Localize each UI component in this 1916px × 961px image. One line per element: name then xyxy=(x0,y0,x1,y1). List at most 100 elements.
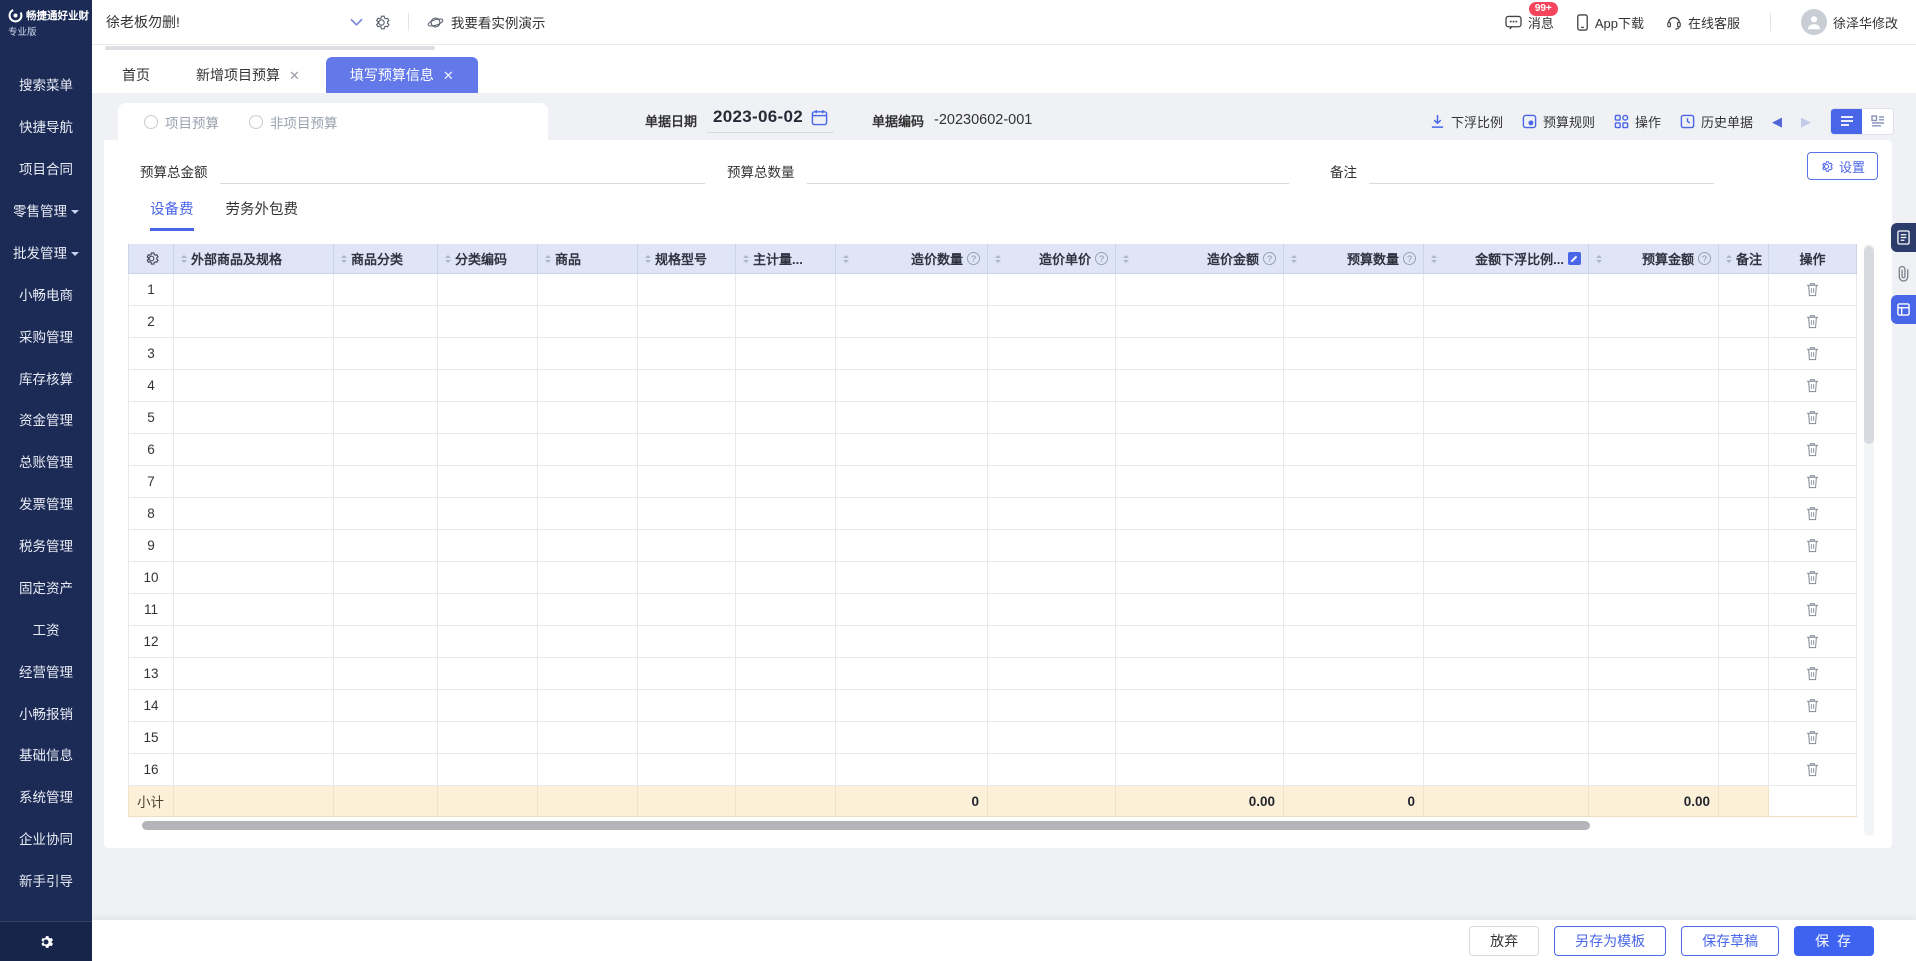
total-amount-input[interactable] xyxy=(219,160,705,184)
column-header-cat[interactable]: 商品分类 xyxy=(334,244,438,273)
column-header-cost_price[interactable]: 造价单价? xyxy=(988,244,1116,273)
cell-spec[interactable] xyxy=(638,274,736,305)
cell-unit[interactable] xyxy=(736,626,836,657)
subtab-2[interactable]: 劳务外包费 xyxy=(226,198,299,231)
cell-budget_amt[interactable] xyxy=(1589,434,1719,465)
cell-goods[interactable] xyxy=(538,530,638,561)
cell-goods[interactable] xyxy=(538,754,638,785)
cell-cost_price[interactable] xyxy=(988,562,1116,593)
cell-budget_qty[interactable] xyxy=(1284,722,1424,753)
cell-op[interactable] xyxy=(1769,338,1857,369)
total-qty-field[interactable]: 预算总数量 xyxy=(727,152,1289,184)
cell-catcode[interactable] xyxy=(438,274,538,305)
attachment-icon[interactable] xyxy=(1891,259,1916,288)
sort-icon[interactable] xyxy=(743,254,749,263)
horizontal-scrollbar-thumb[interactable] xyxy=(142,821,1590,830)
cell-cost_qty[interactable] xyxy=(836,658,988,689)
sidebar-item-15[interactable]: 经营管理 xyxy=(0,666,92,680)
close-tab-icon[interactable]: ✕ xyxy=(443,69,454,82)
cell-ext[interactable] xyxy=(174,498,334,529)
cell-op[interactable] xyxy=(1769,562,1857,593)
cell-cost_price[interactable] xyxy=(988,306,1116,337)
cell-ext[interactable] xyxy=(174,722,334,753)
sort-icon[interactable] xyxy=(1596,254,1602,263)
column-header-goods[interactable]: 商品 xyxy=(538,244,638,273)
cell-cost_qty[interactable] xyxy=(836,562,988,593)
cell-spec[interactable] xyxy=(638,594,736,625)
cell-budget_amt[interactable] xyxy=(1589,722,1719,753)
cell-cost_price[interactable] xyxy=(988,434,1116,465)
cell-spec[interactable] xyxy=(638,402,736,433)
cell-note[interactable] xyxy=(1719,434,1769,465)
cell-note[interactable] xyxy=(1719,562,1769,593)
cell-cost_qty[interactable] xyxy=(836,306,988,337)
cell-ratio[interactable] xyxy=(1424,274,1589,305)
cell-op[interactable] xyxy=(1769,530,1857,561)
cell-cost_amt[interactable] xyxy=(1116,402,1284,433)
total-qty-input[interactable] xyxy=(806,160,1289,184)
cell-budget_qty[interactable] xyxy=(1284,594,1424,625)
cell-cost_amt[interactable] xyxy=(1116,594,1284,625)
sort-icon[interactable] xyxy=(545,254,551,263)
cell-unit[interactable] xyxy=(736,274,836,305)
cell-unit[interactable] xyxy=(736,530,836,561)
cell-goods[interactable] xyxy=(538,338,638,369)
cell-goods[interactable] xyxy=(538,498,638,529)
prev-doc-icon[interactable]: ◀ xyxy=(1772,115,1782,128)
cell-op[interactable] xyxy=(1769,690,1857,721)
cell-note[interactable] xyxy=(1719,754,1769,785)
cell-spec[interactable] xyxy=(638,338,736,369)
footer-button-2[interactable]: 另存为模板 xyxy=(1554,925,1667,956)
tab-2[interactable]: 新增项目预算 ✕ xyxy=(176,57,320,93)
cell-cost_qty[interactable] xyxy=(836,274,988,305)
cell-cost_qty[interactable] xyxy=(836,530,988,561)
cell-ext[interactable] xyxy=(174,434,334,465)
cell-budget_qty[interactable] xyxy=(1284,658,1424,689)
cell-budget_qty[interactable] xyxy=(1284,402,1424,433)
help-icon[interactable]: ? xyxy=(1263,252,1276,265)
sort-icon[interactable] xyxy=(181,254,187,263)
cell-note[interactable] xyxy=(1719,402,1769,433)
cell-cost_qty[interactable] xyxy=(836,498,988,529)
delete-row-icon[interactable] xyxy=(1806,474,1819,489)
cell-budget_amt[interactable] xyxy=(1589,562,1719,593)
cell-cost_qty[interactable] xyxy=(836,402,988,433)
cell-goods[interactable] xyxy=(538,370,638,401)
cell-cost_amt[interactable] xyxy=(1116,658,1284,689)
cell-budget_qty[interactable] xyxy=(1284,626,1424,657)
cell-cost_qty[interactable] xyxy=(836,466,988,497)
cell-goods[interactable] xyxy=(538,306,638,337)
cell-cost_qty[interactable] xyxy=(836,370,988,401)
cell-note[interactable] xyxy=(1719,338,1769,369)
cell-ratio[interactable] xyxy=(1424,370,1589,401)
total-amount-field[interactable]: 预算总金额 xyxy=(140,152,705,184)
cell-goods[interactable] xyxy=(538,690,638,721)
delete-row-icon[interactable] xyxy=(1806,506,1819,521)
delete-row-icon[interactable] xyxy=(1806,378,1819,393)
cell-budget_amt[interactable] xyxy=(1589,626,1719,657)
cell-cat[interactable] xyxy=(334,498,438,529)
delete-row-icon[interactable] xyxy=(1806,410,1819,425)
sort-icon[interactable] xyxy=(1123,254,1129,263)
cell-budget_amt[interactable] xyxy=(1589,754,1719,785)
footer-button-3[interactable]: 保存草稿 xyxy=(1681,925,1780,956)
cell-note[interactable] xyxy=(1719,498,1769,529)
cell-ratio[interactable] xyxy=(1424,754,1589,785)
cell-op[interactable] xyxy=(1769,434,1857,465)
sidebar-item-6[interactable]: 小畅电商 xyxy=(0,289,92,303)
column-header-spec[interactable]: 规格型号 xyxy=(638,244,736,273)
sidebar-settings[interactable] xyxy=(0,921,92,961)
date-field[interactable]: 2023-06-02 xyxy=(707,107,834,133)
sort-icon[interactable] xyxy=(843,254,849,263)
card-view-button[interactable] xyxy=(1862,108,1893,134)
cell-cost_price[interactable] xyxy=(988,658,1116,689)
cell-spec[interactable] xyxy=(638,370,736,401)
cell-unit[interactable] xyxy=(736,562,836,593)
cell-cost_price[interactable] xyxy=(988,594,1116,625)
cell-catcode[interactable] xyxy=(438,754,538,785)
chevron-down-icon[interactable] xyxy=(350,18,363,27)
cell-catcode[interactable] xyxy=(438,530,538,561)
sort-icon[interactable] xyxy=(995,254,1001,263)
sort-icon[interactable] xyxy=(341,254,347,263)
cell-cat[interactable] xyxy=(334,722,438,753)
